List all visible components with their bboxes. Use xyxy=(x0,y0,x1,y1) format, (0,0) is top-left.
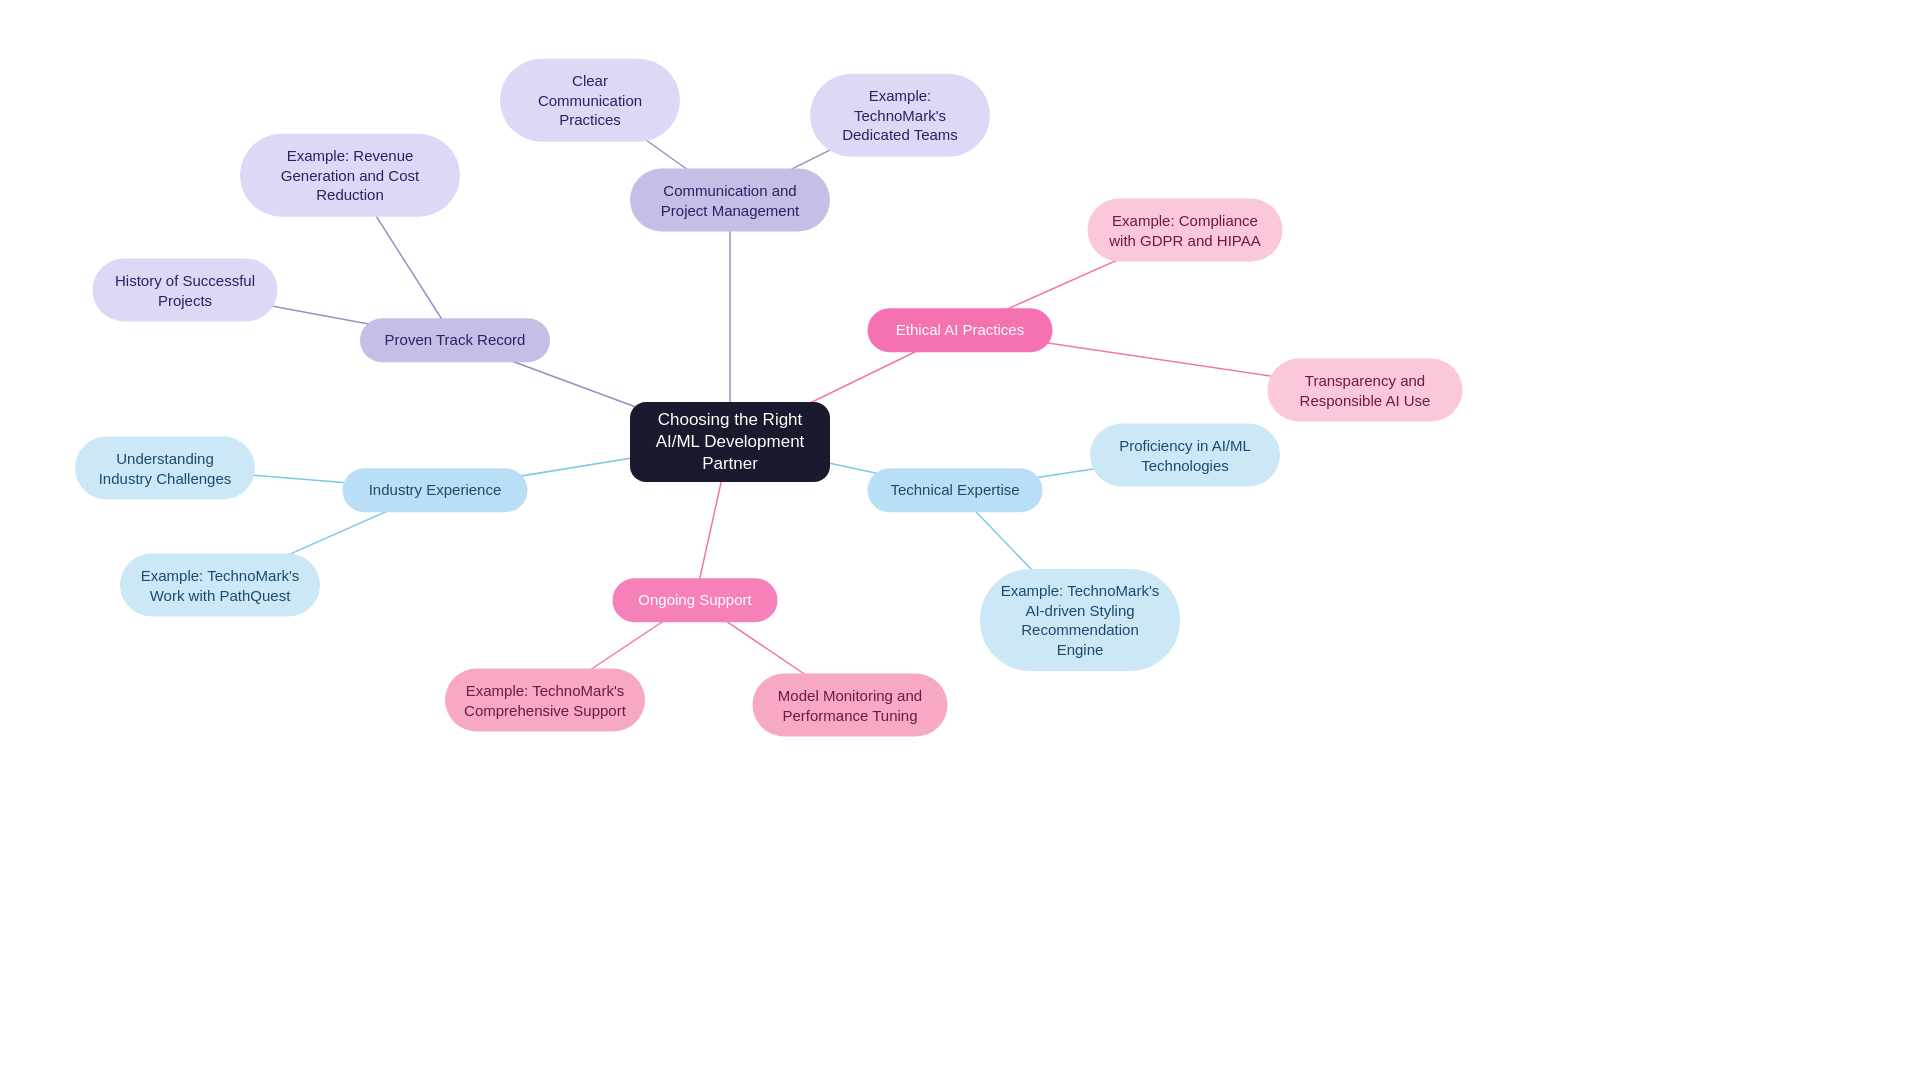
node-history: History of Successful Projects xyxy=(93,259,278,322)
node-tech_expertise: Technical Expertise xyxy=(868,468,1043,512)
center-node: Choosing the Right AI/ML Development Par… xyxy=(630,402,830,482)
node-revenue: Example: Revenue Generation and Cost Red… xyxy=(240,134,460,217)
node-transparency: Transparency and Responsible AI Use xyxy=(1268,359,1463,422)
node-industry: Industry Experience xyxy=(343,468,528,512)
node-challenges: Understanding Industry Challenges xyxy=(75,437,255,500)
node-proven: Proven Track Record xyxy=(360,318,550,362)
node-dedicated_teams: Example: TechnoMark's Dedicated Teams xyxy=(810,74,990,157)
node-proficiency: Proficiency in AI/ML Technologies xyxy=(1090,424,1280,487)
node-ethical: Ethical AI Practices xyxy=(868,308,1053,352)
node-gdpr: Example: Compliance with GDPR and HIPAA xyxy=(1088,199,1283,262)
node-ongoing: Ongoing Support xyxy=(613,578,778,622)
mindmap-container: Choosing the Right AI/ML Development Par… xyxy=(0,0,1920,1083)
node-pathquest: Example: TechnoMark's Work with PathQues… xyxy=(120,554,320,617)
node-model_monitoring: Model Monitoring and Performance Tuning xyxy=(753,674,948,737)
node-styling_engine: Example: TechnoMark's AI-driven Styling … xyxy=(980,569,1180,671)
node-comp_support: Example: TechnoMark's Comprehensive Supp… xyxy=(445,669,645,732)
node-comm: Communication and Project Management xyxy=(630,169,830,232)
node-clear_comm: Clear Communication Practices xyxy=(500,59,680,142)
